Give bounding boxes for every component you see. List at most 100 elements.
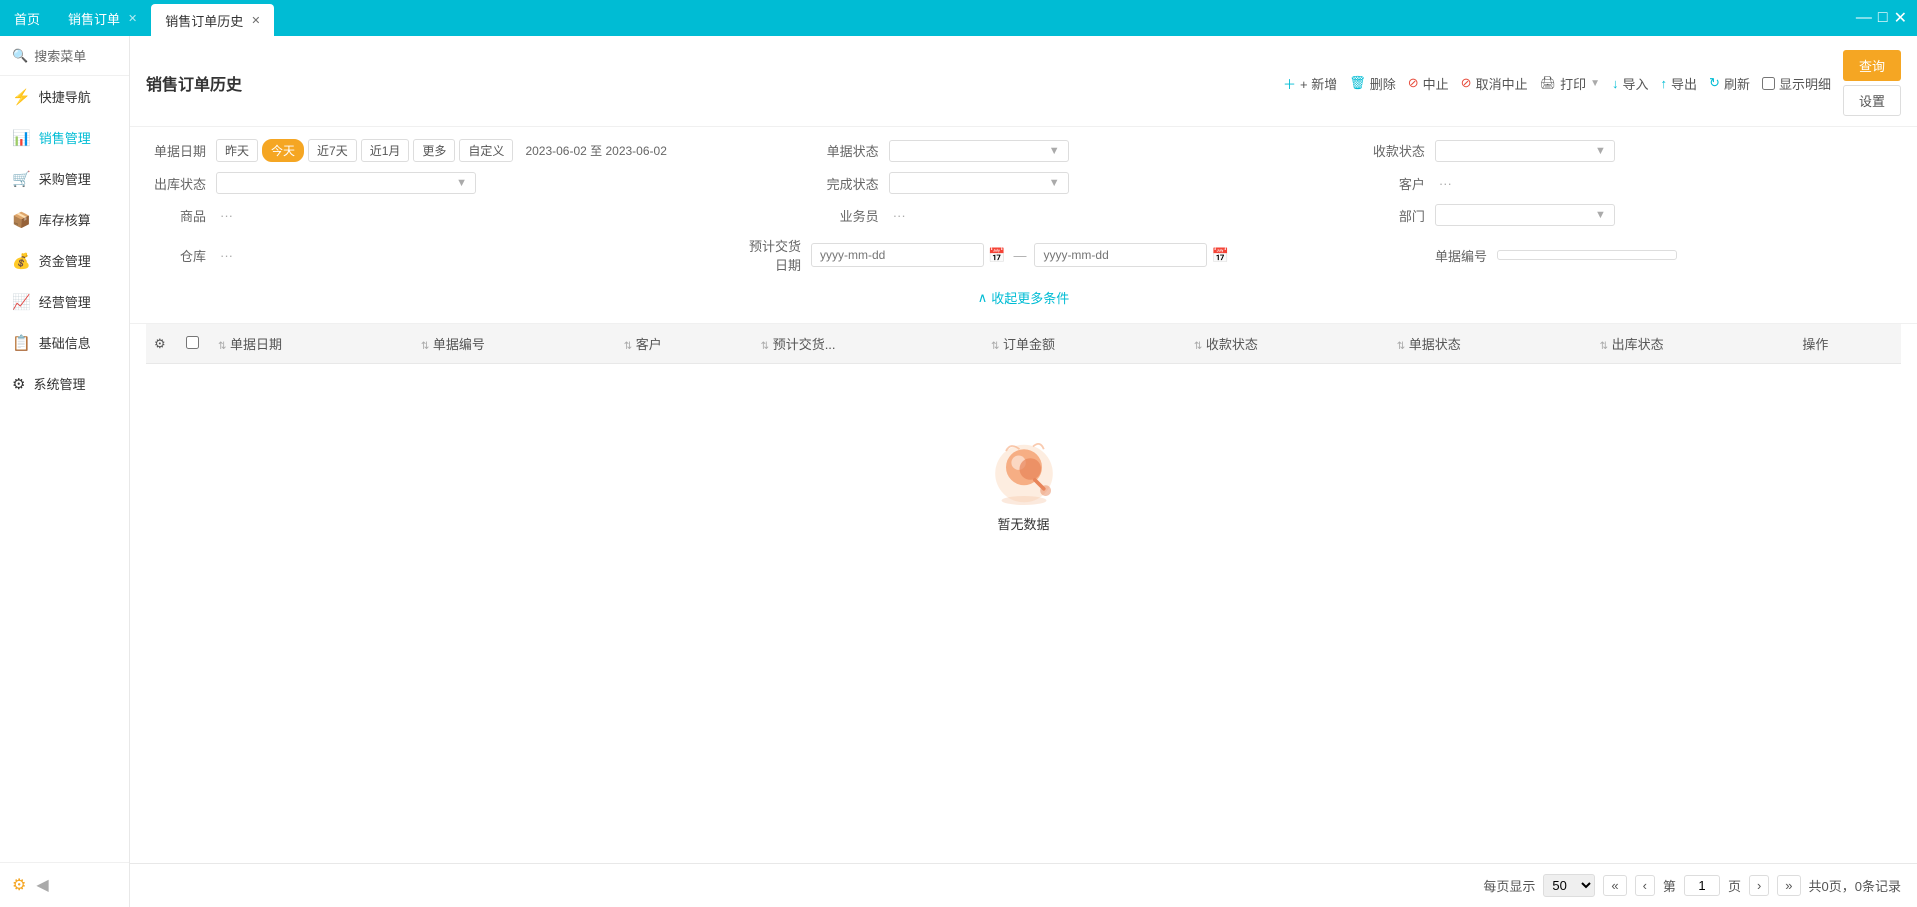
warehouse-more-icon[interactable]: ···: [220, 248, 233, 263]
voucher-status-select[interactable]: ▼: [889, 140, 1069, 162]
calendar-to-icon[interactable]: 📅: [1211, 247, 1228, 264]
department-select[interactable]: ▼: [1435, 204, 1615, 226]
refresh-label: 刷新: [1724, 74, 1750, 93]
date-btn-1month[interactable]: 近1月: [361, 139, 410, 162]
calendar-from-icon[interactable]: 📅: [988, 247, 1005, 264]
checkbox-th[interactable]: [178, 324, 210, 364]
show-detail-checkbox[interactable]: [1762, 77, 1775, 90]
next-page-button[interactable]: ›: [1749, 875, 1769, 896]
salesperson-more-icon[interactable]: ···: [893, 208, 906, 223]
export-label: 导出: [1671, 74, 1697, 93]
tab-sales-order[interactable]: 销售订单 ✕: [54, 0, 151, 36]
settings-th[interactable]: ⚙: [146, 324, 178, 364]
customer-control: ···: [1435, 176, 1901, 191]
collapse-bar[interactable]: ∧ 收起更多条件: [146, 284, 1901, 311]
date-btn-7days[interactable]: 近7天: [308, 139, 357, 162]
outbound-status-select[interactable]: ▼: [216, 172, 476, 194]
empty-state-row: 暂无数据: [146, 364, 1901, 594]
collapse-icon: ∧: [978, 290, 988, 306]
maximize-icon[interactable]: □: [1878, 9, 1888, 27]
purchase-icon: 🛒: [12, 170, 31, 188]
col-customer[interactable]: ⇅ 客户: [616, 324, 753, 364]
sidebar-item-label: 资金管理: [39, 251, 91, 270]
sidebar-collapse-icon[interactable]: ◀: [36, 875, 48, 895]
voucher-no-input[interactable]: [1497, 250, 1677, 260]
goods-more-icon[interactable]: ···: [220, 208, 233, 223]
goods-label: 商品: [146, 206, 216, 225]
warehouse-label: 仓库: [146, 246, 216, 265]
sales-icon: 📊: [12, 129, 31, 147]
close-tab-sales-history-icon[interactable]: ✕: [251, 14, 260, 27]
sidebar-item-purchase[interactable]: 🛒 采购管理: [0, 158, 129, 199]
customer-more-icon[interactable]: ···: [1439, 176, 1452, 191]
sidebar-item-system[interactable]: ⚙ 系统管理: [0, 363, 129, 404]
top-bar: 首页 销售订单 ✕ 销售订单历史 ✕ — □ ✕: [0, 0, 1917, 36]
delivery-date-to-input[interactable]: [1034, 243, 1207, 267]
import-button[interactable]: ↓ 导入: [1612, 74, 1649, 93]
last-page-button[interactable]: »: [1777, 875, 1800, 896]
col-delivery-date[interactable]: ⇅ 预计交货...: [753, 324, 983, 364]
sidebar-item-operations[interactable]: 📈 经营管理: [0, 281, 129, 322]
sidebar-item-finance[interactable]: 💰 资金管理: [0, 240, 129, 281]
date-separator: —: [1009, 248, 1030, 263]
system-icon: ⚙: [12, 375, 25, 393]
col-payment-status[interactable]: ⇅ 收款状态: [1186, 324, 1389, 364]
department-control: ▼: [1435, 204, 1901, 226]
sidebar-item-inventory[interactable]: 📦 库存核算: [0, 199, 129, 240]
date-btn-custom[interactable]: 自定义: [459, 139, 513, 162]
set-button[interactable]: 设置: [1843, 85, 1901, 116]
search-icon: 🔍: [12, 48, 28, 64]
voucher-no-control: [1497, 250, 1901, 260]
payment-status-control: ▼: [1435, 140, 1901, 162]
col-voucher-no[interactable]: ⇅ 单据编号: [413, 324, 616, 364]
sidebar-item-basic-info[interactable]: 📋 基础信息: [0, 322, 129, 363]
date-btn-more[interactable]: 更多: [413, 139, 455, 162]
table-header-row: ⚙ ⇅ 单据日期 ⇅ 单据编号: [146, 324, 1901, 364]
payment-status-label: 收款状态: [1365, 141, 1435, 160]
department-label: 部门: [1365, 206, 1435, 225]
minimize-icon[interactable]: —: [1856, 9, 1872, 27]
tab-home[interactable]: 首页: [0, 0, 54, 36]
sort-icon: ⇅: [218, 341, 226, 352]
prev-page-button[interactable]: ‹: [1635, 875, 1655, 896]
window-close-icon[interactable]: ✕: [1894, 8, 1907, 28]
sidebar-item-sales[interactable]: 📊 销售管理: [0, 117, 129, 158]
export-icon: ↑: [1661, 76, 1668, 91]
col-voucher-status[interactable]: ⇅ 单据状态: [1389, 324, 1592, 364]
sidebar-search[interactable]: 🔍 搜索菜单: [0, 36, 129, 76]
date-buttons: 昨天 今天 近7天 近1月 更多 自定义: [216, 139, 513, 162]
per-page-select[interactable]: 20 50 100: [1543, 874, 1595, 897]
print-button[interactable]: 🖨 打印 ▼: [1540, 74, 1600, 93]
show-detail-label: 显示明细: [1779, 74, 1831, 93]
page-input[interactable]: [1684, 875, 1720, 896]
select-all-checkbox[interactable]: [186, 336, 199, 349]
filter-row-4: 仓库 ··· 预计交货日期 📅 — 📅 单据编号: [146, 236, 1901, 274]
tab-sales-order-history[interactable]: 销售订单历史 ✕: [151, 4, 274, 36]
export-button[interactable]: ↑ 导出: [1661, 74, 1698, 93]
date-btn-today[interactable]: 今天: [262, 139, 304, 162]
sidebar-item-quick-nav[interactable]: ⚡ 快捷导航: [0, 76, 129, 117]
refresh-button[interactable]: ↻ 刷新: [1709, 74, 1750, 93]
query-button[interactable]: 查询: [1843, 50, 1901, 81]
stop-button[interactable]: ⊘ 中止: [1408, 74, 1449, 93]
filter-row-2: 出库状态 ▼ 完成状态 ▼ 客户 ···: [146, 172, 1901, 194]
payment-status-select[interactable]: ▼: [1435, 140, 1615, 162]
show-detail-toggle[interactable]: 显示明细: [1762, 74, 1831, 93]
col-voucher-date[interactable]: ⇅ 单据日期: [210, 324, 413, 364]
department-arrow-icon: ▼: [1595, 209, 1606, 221]
delete-button[interactable]: 🗑 删除: [1349, 74, 1396, 93]
completion-status-select[interactable]: ▼: [889, 172, 1069, 194]
col-voucher-status-label: 单据状态: [1409, 337, 1461, 352]
col-outbound-status[interactable]: ⇅ 出库状态: [1592, 324, 1795, 364]
table-wrapper: ⚙ ⇅ 单据日期 ⇅ 单据编号: [130, 324, 1917, 863]
col-order-amount[interactable]: ⇅ 订单金额: [983, 324, 1186, 364]
new-button[interactable]: ＋ + 新增: [1283, 74, 1337, 93]
first-page-button[interactable]: «: [1603, 875, 1626, 896]
customer-label: 客户: [1365, 174, 1435, 193]
close-tab-sales-order-icon[interactable]: ✕: [128, 12, 137, 25]
delivery-date-from-input[interactable]: [811, 243, 984, 267]
cancel-stop-button[interactable]: ⊘ 取消中止: [1461, 74, 1528, 93]
date-btn-yesterday[interactable]: 昨天: [216, 139, 258, 162]
table-settings-icon[interactable]: ⚙: [154, 336, 166, 351]
sidebar-settings-icon[interactable]: ⚙: [12, 875, 26, 895]
